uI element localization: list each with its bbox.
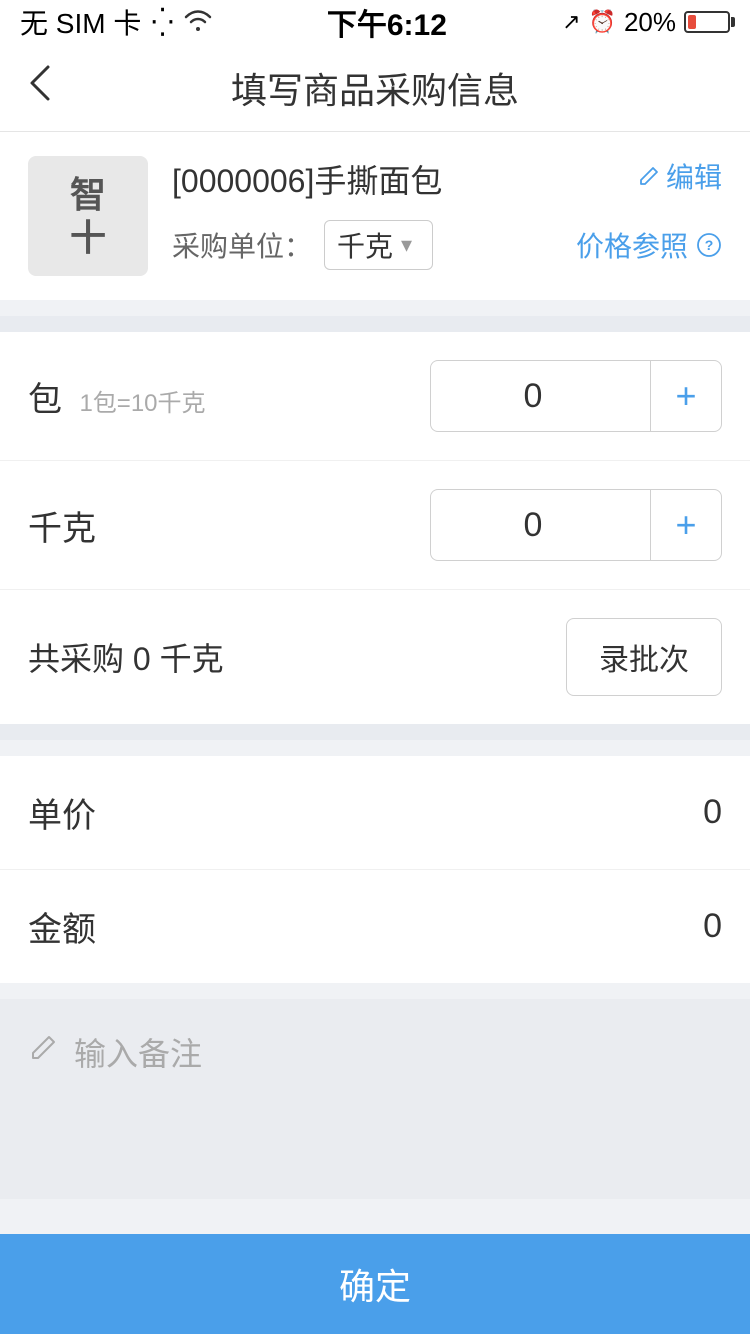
battery-percent: 20% (624, 7, 676, 38)
alarm-icon: ⏰ (589, 9, 616, 35)
status-left: 无 SIM 卡 ⁛ (20, 2, 212, 42)
purchase-unit: 采购单位： 千克 ▾ (172, 220, 433, 270)
sim-text: 无 SIM 卡 (20, 2, 141, 42)
bao-input[interactable] (430, 360, 650, 432)
product-image: 智 十 (28, 156, 148, 276)
kg-input[interactable] (430, 489, 650, 561)
location-icon: ↗ (562, 9, 580, 35)
product-card: 智 十 [0000006]手撕面包 编辑 采购单位： 千克 ▾ 价格参照 (0, 132, 750, 300)
bao-row: 包 1包=10千克 + (0, 332, 750, 461)
battery-fill (688, 15, 696, 29)
summary-text: 共采购 0 千克 (28, 634, 224, 680)
price-section: 单价 0 金额 0 (0, 756, 750, 983)
logo-line1: 智 (70, 173, 106, 216)
logo-line2: 十 (70, 216, 106, 259)
battery-icon (684, 11, 730, 33)
remark-input-area[interactable]: 输入备注 (28, 1029, 722, 1075)
kg-plus-button[interactable]: + (650, 489, 722, 561)
edit-button[interactable]: 编辑 (638, 156, 722, 196)
product-header: [0000006]手撕面包 编辑 (172, 156, 722, 202)
unit-select[interactable]: 千克 ▾ (324, 220, 433, 270)
remark-placeholder[interactable]: 输入备注 (74, 1029, 202, 1075)
summary-row: 共采购 0 千克 录批次 (0, 590, 750, 724)
amount-row: 金额 0 (0, 870, 750, 983)
status-bar: 无 SIM 卡 ⁛ 下午6:12 ↗ ⏰ 20% (0, 0, 750, 44)
bao-label: 包 1包=10千克 (28, 372, 206, 421)
kg-input-group: + (430, 489, 722, 561)
remark-section[interactable]: 输入备注 (0, 999, 750, 1199)
amount-label: 金额 (28, 902, 96, 951)
bao-sub: 1包=10千克 (79, 390, 205, 417)
product-footer: 采购单位： 千克 ▾ 价格参照 ? (172, 220, 722, 270)
unit-price-value: 0 (703, 793, 722, 832)
pencil-icon (28, 1033, 58, 1071)
status-right: ↗ ⏰ 20% (562, 7, 730, 38)
kg-label: 千克 (28, 501, 128, 550)
unit-price-label: 单价 (28, 788, 96, 837)
purchase-unit-label: 采购单位： (172, 225, 312, 265)
kg-row: 千克 + (0, 461, 750, 590)
product-logo: 智 十 (70, 173, 106, 259)
confirm-button[interactable]: 确定 (0, 1234, 750, 1334)
wifi-icon (184, 6, 212, 38)
unit-arrow: ▾ (401, 232, 412, 258)
divider-1 (0, 316, 750, 332)
unit-price-row: 单价 0 (0, 756, 750, 870)
bao-input-group: + (430, 360, 722, 432)
wifi-signal-icon: ⁛ (151, 6, 173, 39)
page-title: 填写商品采购信息 (231, 62, 519, 114)
product-name: [0000006]手撕面包 (172, 156, 442, 202)
divider-2 (0, 724, 750, 740)
product-info: [0000006]手撕面包 编辑 采购单位： 千克 ▾ 价格参照 ? (172, 156, 722, 270)
amount-value: 0 (703, 907, 722, 946)
unit-value: 千克 (337, 225, 393, 265)
record-batch-button[interactable]: 录批次 (566, 618, 722, 696)
svg-text:?: ? (705, 237, 714, 253)
price-ref-button[interactable]: 价格参照 ? (576, 225, 722, 265)
form-section: 包 1包=10千克 + 千克 + 共采购 0 千克 录批次 (0, 332, 750, 724)
status-time: 下午6:12 (327, 0, 447, 44)
bao-plus-button[interactable]: + (650, 360, 722, 432)
nav-bar: 填写商品采购信息 (0, 44, 750, 132)
back-button[interactable] (28, 63, 52, 112)
